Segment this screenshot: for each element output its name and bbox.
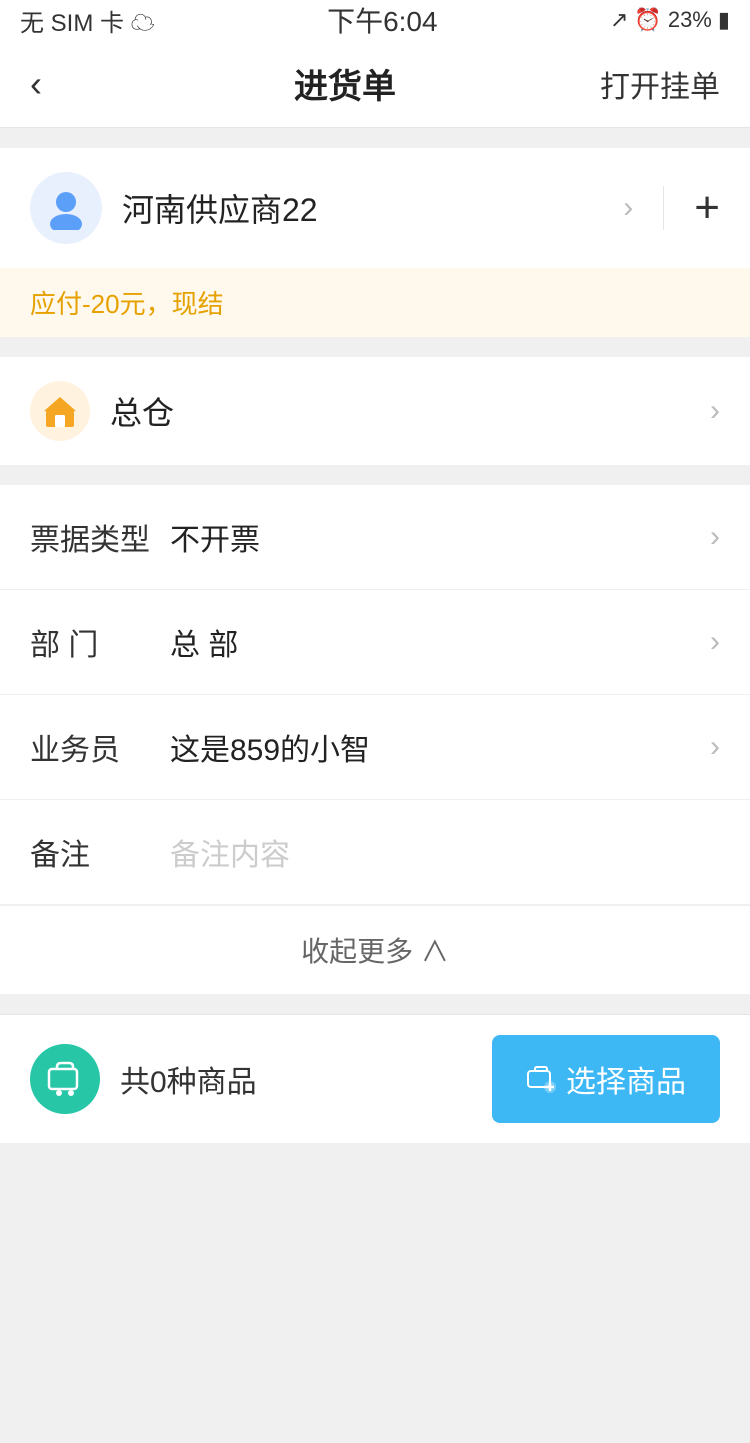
nav-bar: ‹ 进货单 打开挂单	[0, 40, 750, 128]
status-time: 下午6:04	[327, 0, 438, 40]
department-row[interactable]: 部 门 总 部 ›	[0, 590, 750, 695]
ticket-type-label: 票据类型	[30, 515, 160, 559]
add-supplier-button[interactable]: +	[663, 186, 720, 230]
salesperson-value: 这是859的小智	[160, 725, 710, 769]
product-icon	[30, 1044, 100, 1114]
remark-label: 备注	[30, 830, 160, 874]
supplier-name: 河南供应商22	[122, 185, 623, 231]
remark-row[interactable]: 备注 备注内容	[0, 800, 750, 905]
warehouse-row[interactable]: 总仓 ›	[0, 357, 750, 465]
supplier-row[interactable]: 河南供应商22 › +	[0, 148, 750, 268]
ticket-type-arrow-icon: ›	[710, 520, 720, 554]
department-arrow-icon: ›	[710, 625, 720, 659]
collapse-button[interactable]: 收起更多 ∧	[0, 905, 750, 994]
select-product-button[interactable]: 选择商品	[492, 1035, 720, 1123]
battery-icon: ▮	[718, 7, 730, 33]
select-product-label: 选择商品	[566, 1057, 686, 1101]
supplier-section: 河南供应商22 › + 应付-20元，现结	[0, 148, 750, 337]
alarm-icon: ⏰	[634, 7, 661, 33]
battery-label: 23%	[668, 7, 712, 33]
form-section: 票据类型 不开票 › 部 门 总 部 › 业务员 这是859的小智 › 备注 备…	[0, 485, 750, 994]
ticket-type-row[interactable]: 票据类型 不开票 ›	[0, 485, 750, 590]
divider-3	[0, 465, 750, 485]
location-icon: ↗	[610, 7, 628, 33]
status-bar: 无 SIM 卡 ☁ 下午6:04 ↗ ⏰ 23% ▮	[0, 0, 750, 40]
warehouse-icon	[30, 381, 90, 441]
notice-banner: 应付-20元，现结	[0, 268, 750, 337]
remark-input[interactable]: 备注内容	[160, 830, 720, 874]
department-value: 总 部	[160, 620, 710, 664]
sim-label: 无 SIM 卡 ☁	[20, 3, 155, 38]
status-left: 无 SIM 卡 ☁	[20, 3, 155, 38]
supplier-avatar	[30, 172, 102, 244]
divider-4	[0, 994, 750, 1014]
status-right: ↗ ⏰ 23% ▮	[610, 7, 730, 33]
supplier-arrow-icon: ›	[623, 191, 633, 225]
divider-1	[0, 128, 750, 148]
salesperson-row[interactable]: 业务员 这是859的小智 ›	[0, 695, 750, 800]
back-button[interactable]: ‹	[30, 63, 90, 105]
warehouse-svg-icon	[42, 393, 78, 429]
warehouse-section: 总仓 ›	[0, 357, 750, 465]
product-count: 共0种商品	[120, 1057, 472, 1101]
warehouse-arrow-icon: ›	[710, 394, 720, 428]
divider-2	[0, 337, 750, 357]
supplier-avatar-icon	[44, 186, 88, 230]
salesperson-label: 业务员	[30, 725, 160, 769]
salesperson-arrow-icon: ›	[710, 730, 720, 764]
bottom-bar: 共0种商品 选择商品	[0, 1014, 750, 1143]
warehouse-name: 总仓	[110, 388, 710, 434]
gray-fill-area	[0, 1143, 750, 1443]
open-pending-button[interactable]: 打开挂单	[600, 62, 720, 106]
page-title: 进货单	[294, 59, 396, 108]
select-product-icon	[526, 1065, 556, 1093]
department-label: 部 门	[30, 620, 160, 664]
ticket-type-value: 不开票	[160, 515, 710, 559]
cart-icon	[45, 1059, 85, 1099]
